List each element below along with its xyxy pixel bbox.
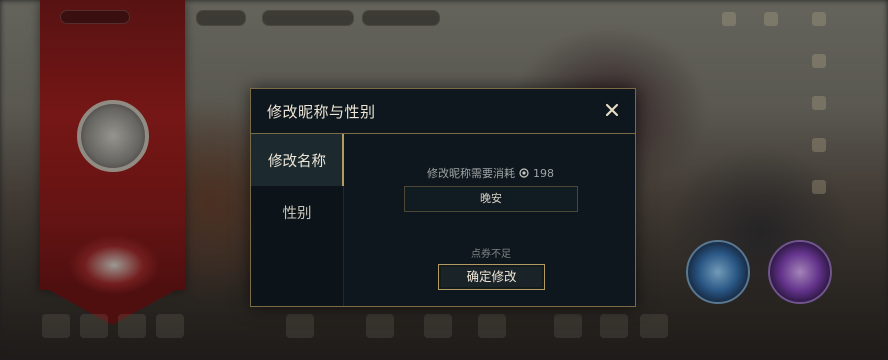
dialog-sidebar: 修改名称 性别 (251, 134, 344, 306)
insufficient-coupons-text: 点券不足 (471, 249, 511, 260)
tab-gender[interactable]: 性别 (251, 186, 343, 238)
cost-line: 修改昵称需要消耗 198 (427, 165, 554, 181)
close-icon[interactable] (605, 103, 619, 117)
cost-label: 修改昵称需要消耗 (427, 167, 515, 180)
nickname-input[interactable]: 晚安 (404, 186, 578, 212)
dialog-title: 修改昵称与性别 (267, 103, 376, 121)
tab-rename[interactable]: 修改名称 (251, 134, 344, 186)
confirm-button[interactable]: 确定修改 (438, 264, 545, 290)
cost-value: 198 (533, 166, 554, 180)
coupon-icon (519, 168, 529, 178)
dialog-header: 修改昵称与性别 (251, 89, 635, 134)
rename-dialog: 修改昵称与性别 修改名称 性别 修改昵称需要消耗 198 晚安 点券不足 确定修… (250, 88, 636, 307)
